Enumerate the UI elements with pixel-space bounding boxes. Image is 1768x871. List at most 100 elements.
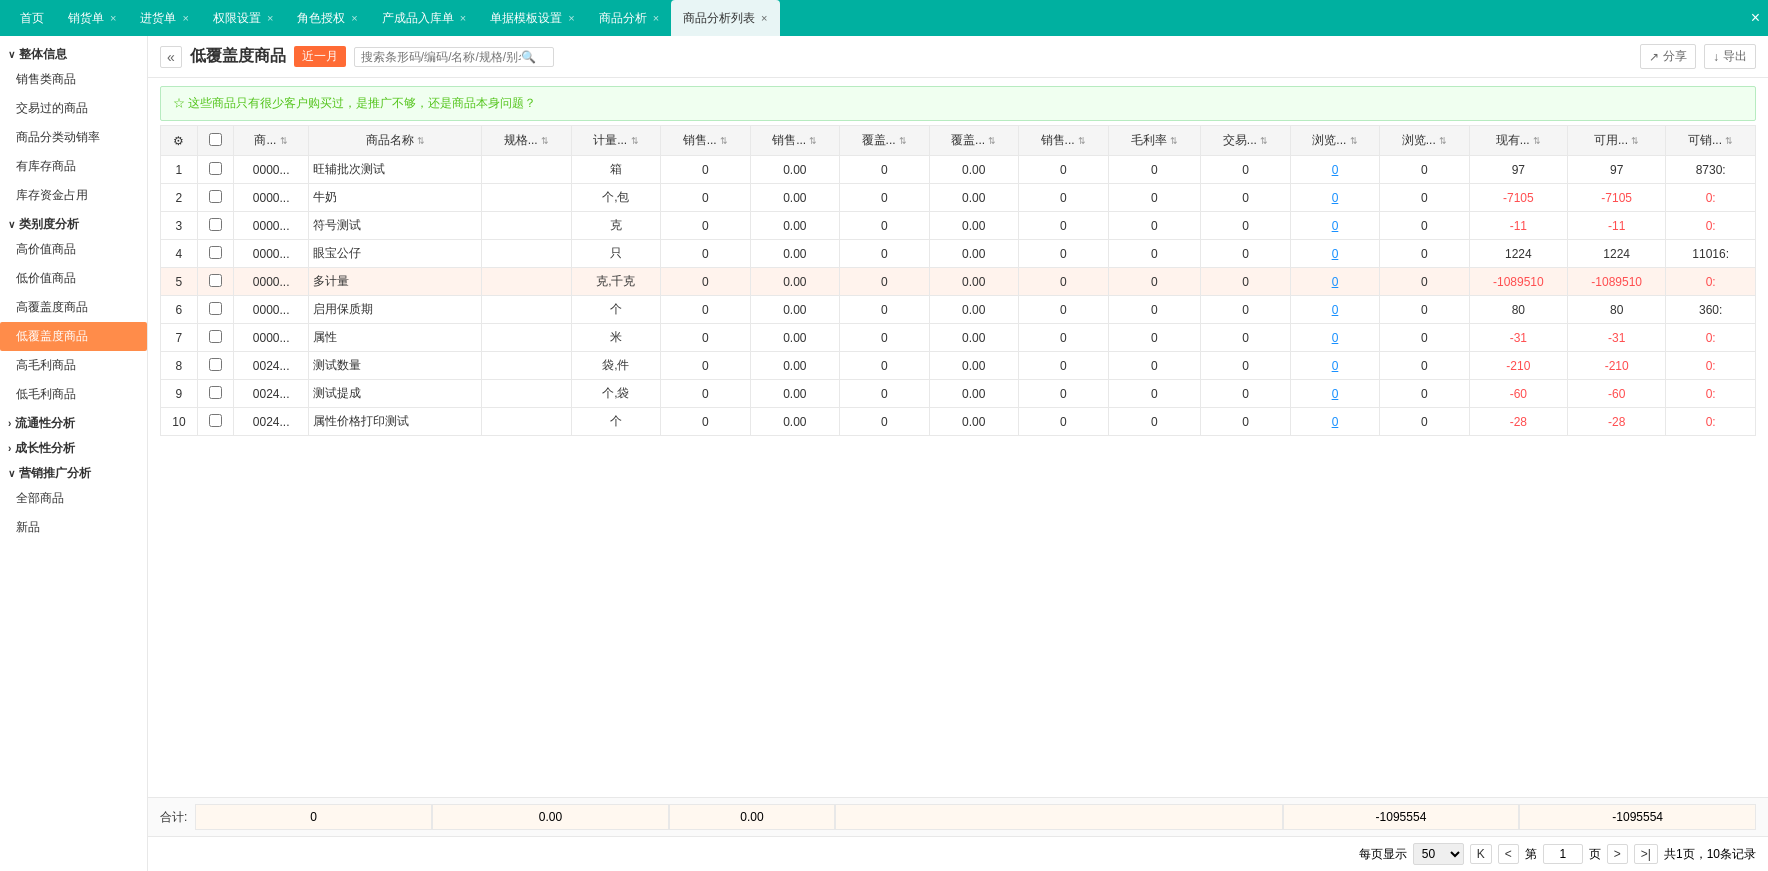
coverage1-col-header[interactable]: 覆盖... ⇅ (840, 126, 929, 156)
sidebar-item-low-value[interactable]: 低价值商品 (0, 264, 147, 293)
row-browse1[interactable]: 0 (1290, 212, 1379, 240)
export-button[interactable]: ↓ 导出 (1704, 44, 1756, 69)
sales3-col-header[interactable]: 销售... ⇅ (1019, 126, 1108, 156)
row-browse1[interactable]: 0 (1290, 380, 1379, 408)
nav-role-close[interactable]: × (351, 12, 357, 24)
settings-icon[interactable]: ⚙ (173, 134, 184, 148)
next-page-button[interactable]: > (1607, 844, 1628, 864)
nav-analysis-close[interactable]: × (653, 12, 659, 24)
sidebar-collapse-button[interactable]: « (160, 46, 182, 68)
browse1-col-header[interactable]: 浏览... ⇅ (1290, 126, 1379, 156)
row-browse1[interactable]: 0 (1290, 240, 1379, 268)
sellable-col-header[interactable]: 可销... ⇅ (1666, 126, 1756, 156)
content-header: « 低覆盖度商品 近一月 🔍 ↗ 分享 ↓ 导出 (148, 36, 1768, 78)
page-number-input[interactable] (1543, 844, 1583, 864)
last-page-button[interactable]: >| (1634, 844, 1658, 864)
nav-analysis-list-close[interactable]: × (761, 12, 767, 24)
available-stock-col-header[interactable]: 可用... ⇅ (1568, 126, 1666, 156)
row-browse1[interactable]: 0 (1290, 296, 1379, 324)
nav-permission-close[interactable]: × (267, 12, 273, 24)
transaction-col-header[interactable]: 交易... ⇅ (1201, 126, 1290, 156)
sidebar-section-growth[interactable]: › 成长性分析 (0, 434, 147, 459)
sidebar-section-category[interactable]: ∨ 类别度分析 (0, 210, 147, 235)
row-unit: 米 (571, 324, 660, 352)
footer-current-stock: -1095554 (1283, 804, 1520, 830)
row-checkbox[interactable] (197, 268, 233, 296)
sidebar-section-liquidity[interactable]: › 流通性分析 (0, 409, 147, 434)
time-filter-button[interactable]: 近一月 (294, 46, 346, 67)
row-browse1[interactable]: 0 (1290, 156, 1379, 184)
sidebar-item-new-goods[interactable]: 新品 (0, 513, 147, 542)
sidebar-item-stock-capital[interactable]: 库存资金占用 (0, 181, 147, 210)
sort-icon-16: ⇅ (1725, 136, 1733, 146)
nav-home[interactable]: 首页 (8, 0, 56, 36)
sidebar-item-all-goods[interactable]: 全部商品 (0, 484, 147, 513)
row-current-stock: -7105 (1469, 184, 1567, 212)
sidebar-section-overall[interactable]: ∨ 整体信息 (0, 40, 147, 65)
sales-count-col-header[interactable]: 销售... ⇅ (661, 126, 750, 156)
row-checkbox[interactable] (197, 156, 233, 184)
row-checkbox[interactable] (197, 352, 233, 380)
row-checkbox[interactable] (197, 324, 233, 352)
nav-permission-setting[interactable]: 权限设置 × (201, 0, 285, 36)
sidebar-item-low-margin[interactable]: 低毛利商品 (0, 380, 147, 409)
row-checkbox[interactable] (197, 380, 233, 408)
sidebar-item-high-margin[interactable]: 高毛利商品 (0, 351, 147, 380)
checkbox-col-header[interactable] (197, 126, 233, 156)
sidebar-item-high-value[interactable]: 高价值商品 (0, 235, 147, 264)
footer-coverage2: 0.00 (669, 804, 835, 830)
current-stock-col-header[interactable]: 现有... ⇅ (1469, 126, 1567, 156)
coverage2-col-header[interactable]: 覆盖... ⇅ (929, 126, 1018, 156)
share-button[interactable]: ↗ 分享 (1640, 44, 1696, 69)
sidebar-section-marketing[interactable]: ∨ 营销推广分析 (0, 459, 147, 484)
window-close-button[interactable]: × (1751, 9, 1760, 27)
row-checkbox[interactable] (197, 184, 233, 212)
spec-col-header[interactable]: 规格... ⇅ (482, 126, 571, 156)
nav-product-analysis-list[interactable]: 商品分析列表 × (671, 0, 779, 36)
nav-sales-order-close[interactable]: × (110, 12, 116, 24)
nav-purchase-order-close[interactable]: × (182, 12, 188, 24)
sidebar-item-traded-goods[interactable]: 交易过的商品 (0, 94, 147, 123)
nav-product-storage[interactable]: 产成品入库单 × (370, 0, 478, 36)
row-browse1[interactable]: 0 (1290, 408, 1379, 436)
row-checkbox[interactable] (197, 408, 233, 436)
nav-template-setting[interactable]: 单据模板设置 × (478, 0, 586, 36)
row-browse1[interactable]: 0 (1290, 268, 1379, 296)
row-sales3: 0 (1019, 324, 1108, 352)
prev-page-button[interactable]: < (1498, 844, 1519, 864)
row-gross-margin: 0 (1108, 212, 1201, 240)
select-all-checkbox[interactable] (209, 133, 222, 146)
row-checkbox[interactable] (197, 212, 233, 240)
nav-product-close[interactable]: × (460, 12, 466, 24)
settings-col-header[interactable]: ⚙ (161, 126, 198, 156)
sidebar-item-category-rate[interactable]: 商品分类动销率 (0, 123, 147, 152)
unit-col-header[interactable]: 计量... ⇅ (571, 126, 660, 156)
gross-margin-col-header[interactable]: 毛利率 ⇅ (1108, 126, 1201, 156)
name-col-header[interactable]: 商品名称 ⇅ (309, 126, 482, 156)
code-col-header[interactable]: 商... ⇅ (234, 126, 309, 156)
row-browse1[interactable]: 0 (1290, 352, 1379, 380)
row-checkbox[interactable] (197, 296, 233, 324)
browse2-col-header[interactable]: 浏览... ⇅ (1380, 126, 1469, 156)
row-checkbox[interactable] (197, 240, 233, 268)
search-input[interactable] (361, 50, 521, 64)
nav-role-auth[interactable]: 角色授权 × (285, 0, 369, 36)
sidebar-item-low-coverage[interactable]: 低覆盖度商品 (0, 322, 147, 351)
row-browse1[interactable]: 0 (1290, 324, 1379, 352)
row-browse1[interactable]: 0 (1290, 184, 1379, 212)
nav-product-analysis[interactable]: 商品分析 × (587, 0, 671, 36)
nav-sales-order[interactable]: 销货单 × (56, 0, 128, 36)
row-current-stock: 97 (1469, 156, 1567, 184)
row-browse2: 0 (1380, 408, 1469, 436)
sidebar-item-sales-goods[interactable]: 销售类商品 (0, 65, 147, 94)
sales-amount-col-header[interactable]: 销售... ⇅ (750, 126, 839, 156)
search-icon[interactable]: 🔍 (521, 50, 536, 64)
row-available-stock: -60 (1568, 380, 1666, 408)
sidebar-item-high-coverage[interactable]: 高覆盖度商品 (0, 293, 147, 322)
nav-template-close[interactable]: × (568, 12, 574, 24)
sidebar-item-stocked-goods[interactable]: 有库存商品 (0, 152, 147, 181)
first-page-button[interactable]: K (1470, 844, 1492, 864)
row-coverage1: 0 (840, 156, 929, 184)
page-size-select[interactable]: 50 100 200 (1413, 843, 1464, 865)
nav-purchase-order[interactable]: 进货单 × (128, 0, 200, 36)
